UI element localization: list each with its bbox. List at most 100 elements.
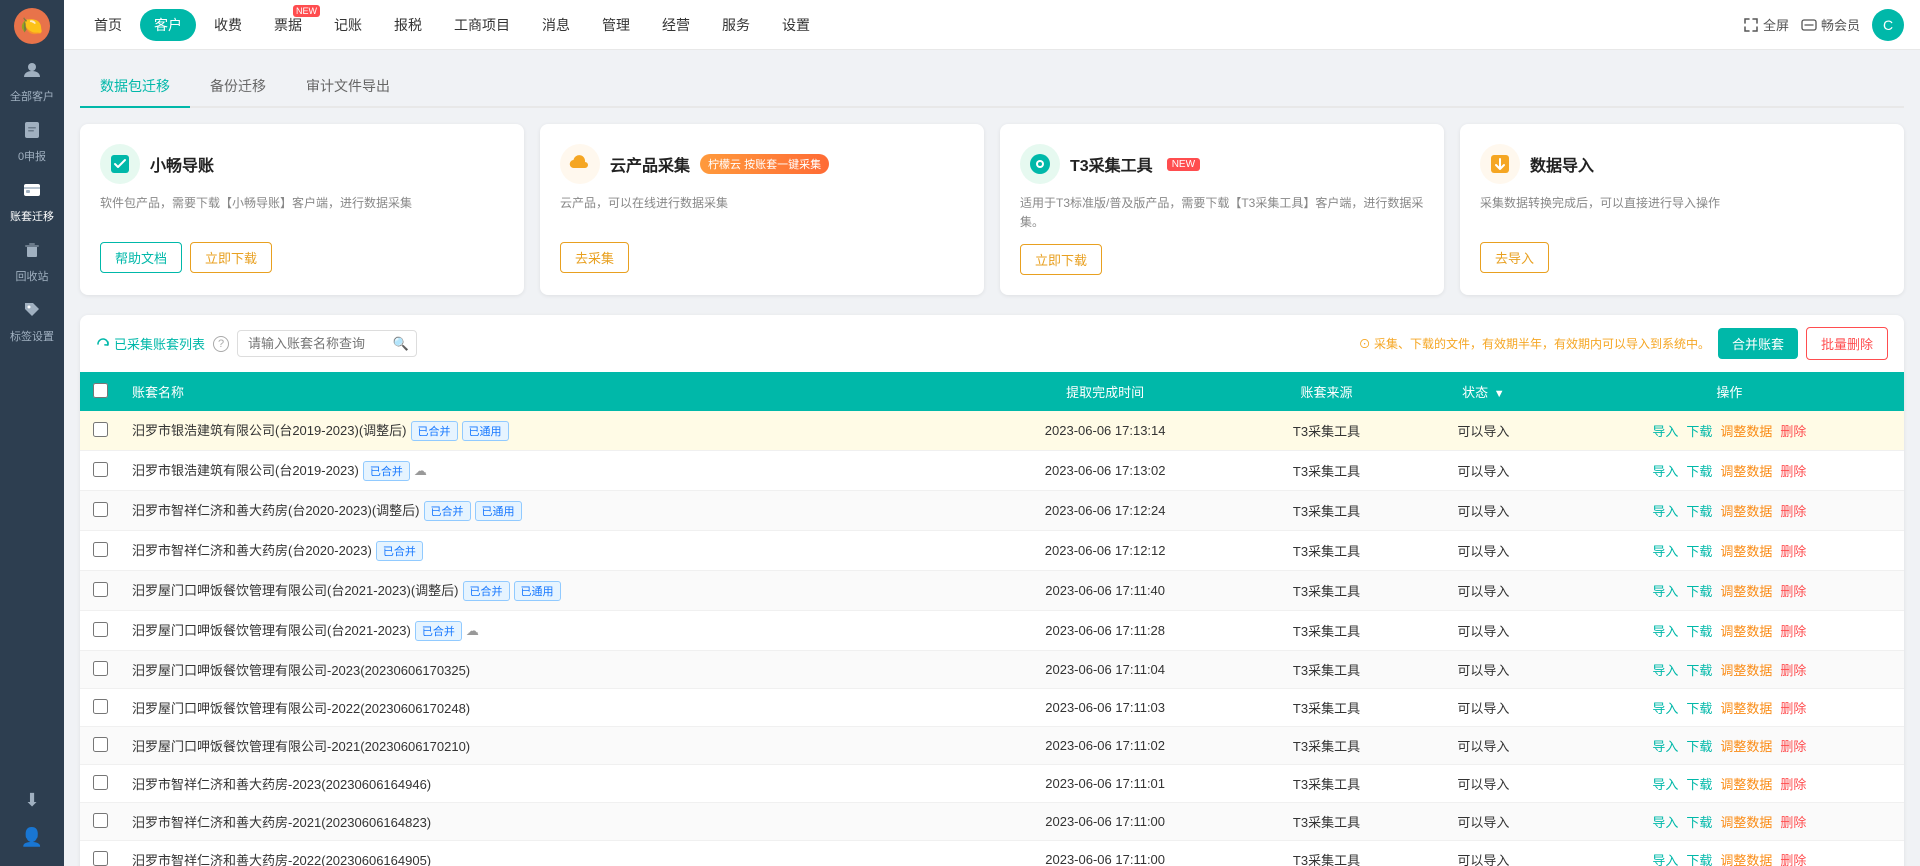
search-input[interactable] bbox=[237, 330, 417, 357]
action-调整数据[interactable]: 调整数据 bbox=[1720, 701, 1772, 716]
action-删除[interactable]: 删除 bbox=[1780, 701, 1806, 716]
action-导入[interactable]: 导入 bbox=[1652, 663, 1678, 678]
go-import-btn[interactable]: 去导入 bbox=[1480, 242, 1549, 273]
app-logo[interactable]: 🍋 bbox=[14, 8, 50, 44]
row-checkbox[interactable] bbox=[93, 542, 108, 557]
action-下载[interactable]: 下载 bbox=[1686, 663, 1712, 678]
action-删除[interactable]: 删除 bbox=[1780, 504, 1806, 519]
sidebar-item-recycle[interactable]: 回收站 bbox=[0, 232, 64, 292]
action-下载[interactable]: 下载 bbox=[1686, 544, 1712, 559]
go-collect-btn[interactable]: 去采集 bbox=[560, 242, 629, 273]
search-submit-icon[interactable]: 🔍 bbox=[393, 336, 409, 352]
action-下载[interactable]: 下载 bbox=[1686, 424, 1712, 439]
t3-download-btn[interactable]: 立即下载 bbox=[1020, 244, 1102, 275]
action-调整数据[interactable]: 调整数据 bbox=[1720, 424, 1772, 439]
action-删除[interactable]: 删除 bbox=[1780, 853, 1806, 866]
action-调整数据[interactable]: 调整数据 bbox=[1720, 504, 1772, 519]
nav-manage[interactable]: 管理 bbox=[588, 9, 644, 41]
action-调整数据[interactable]: 调整数据 bbox=[1720, 584, 1772, 599]
fullscreen-btn[interactable]: 全屏 bbox=[1743, 15, 1789, 34]
action-导入[interactable]: 导入 bbox=[1652, 815, 1678, 830]
action-调整数据[interactable]: 调整数据 bbox=[1720, 663, 1772, 678]
action-调整数据[interactable]: 调整数据 bbox=[1720, 624, 1772, 639]
row-checkbox[interactable] bbox=[93, 851, 108, 866]
refresh-btn[interactable]: 已采集账套列表 bbox=[96, 334, 205, 353]
action-下载[interactable]: 下载 bbox=[1686, 853, 1712, 866]
sidebar-item-account-migration[interactable]: 账套迁移 bbox=[0, 172, 64, 232]
action-删除[interactable]: 删除 bbox=[1780, 464, 1806, 479]
help-icon[interactable]: ? bbox=[213, 336, 229, 352]
action-下载[interactable]: 下载 bbox=[1686, 739, 1712, 754]
row-checkbox[interactable] bbox=[93, 737, 108, 752]
row-checkbox[interactable] bbox=[93, 813, 108, 828]
row-checkbox[interactable] bbox=[93, 502, 108, 517]
action-下载[interactable]: 下载 bbox=[1686, 624, 1712, 639]
tab-data-migration[interactable]: 数据包迁移 bbox=[80, 66, 190, 108]
action-删除[interactable]: 删除 bbox=[1780, 544, 1806, 559]
action-导入[interactable]: 导入 bbox=[1652, 464, 1678, 479]
action-删除[interactable]: 删除 bbox=[1780, 739, 1806, 754]
action-导入[interactable]: 导入 bbox=[1652, 424, 1678, 439]
sidebar-item-download[interactable]: ⬇ bbox=[17, 784, 47, 817]
action-导入[interactable]: 导入 bbox=[1652, 624, 1678, 639]
nav-message[interactable]: 消息 bbox=[528, 9, 584, 41]
action-下载[interactable]: 下载 bbox=[1686, 504, 1712, 519]
nav-business[interactable]: 工商项目 bbox=[440, 9, 524, 41]
nav-invoice[interactable]: 票据 NEW bbox=[260, 9, 316, 41]
sidebar-item-profile[interactable]: 👤 bbox=[17, 821, 47, 854]
row-checkbox[interactable] bbox=[93, 622, 108, 637]
action-调整数据[interactable]: 调整数据 bbox=[1720, 464, 1772, 479]
action-下载[interactable]: 下载 bbox=[1686, 584, 1712, 599]
action-调整数据[interactable]: 调整数据 bbox=[1720, 777, 1772, 792]
action-删除[interactable]: 删除 bbox=[1780, 815, 1806, 830]
action-导入[interactable]: 导入 bbox=[1652, 853, 1678, 866]
status-sort-icon[interactable]: ▼ bbox=[1494, 388, 1505, 400]
row-checkbox[interactable] bbox=[93, 661, 108, 676]
tab-audit-export[interactable]: 审计文件导出 bbox=[286, 66, 410, 108]
action-导入[interactable]: 导入 bbox=[1652, 739, 1678, 754]
row-checkbox[interactable] bbox=[93, 462, 108, 477]
help-doc-btn[interactable]: 帮助文档 bbox=[100, 242, 182, 273]
action-下载[interactable]: 下载 bbox=[1686, 701, 1712, 716]
nav-settings[interactable]: 设置 bbox=[768, 9, 824, 41]
merge-accounts-btn[interactable]: 合并账套 bbox=[1718, 328, 1798, 359]
action-删除[interactable]: 删除 bbox=[1780, 624, 1806, 639]
select-all-checkbox[interactable] bbox=[93, 383, 108, 398]
action-删除[interactable]: 删除 bbox=[1780, 777, 1806, 792]
action-删除[interactable]: 删除 bbox=[1780, 663, 1806, 678]
nav-bookkeeping[interactable]: 记账 bbox=[320, 9, 376, 41]
nav-tax[interactable]: 报税 bbox=[380, 9, 436, 41]
row-checkbox[interactable] bbox=[93, 775, 108, 790]
action-导入[interactable]: 导入 bbox=[1652, 504, 1678, 519]
sidebar-item-tag-settings[interactable]: 标签设置 bbox=[0, 292, 64, 352]
action-调整数据[interactable]: 调整数据 bbox=[1720, 853, 1772, 866]
col-checkbox[interactable] bbox=[80, 372, 120, 411]
action-删除[interactable]: 删除 bbox=[1780, 424, 1806, 439]
action-调整数据[interactable]: 调整数据 bbox=[1720, 544, 1772, 559]
nav-billing[interactable]: 收费 bbox=[200, 9, 256, 41]
row-checkbox[interactable] bbox=[93, 582, 108, 597]
action-导入[interactable]: 导入 bbox=[1652, 584, 1678, 599]
action-调整数据[interactable]: 调整数据 bbox=[1720, 739, 1772, 754]
batch-delete-btn[interactable]: 批量删除 bbox=[1806, 327, 1888, 360]
tab-backup-migration[interactable]: 备份迁移 bbox=[190, 66, 286, 108]
action-导入[interactable]: 导入 bbox=[1652, 701, 1678, 716]
sidebar-item-all-clients[interactable]: 全部客户 bbox=[0, 52, 64, 112]
action-删除[interactable]: 删除 bbox=[1780, 584, 1806, 599]
action-调整数据[interactable]: 调整数据 bbox=[1720, 815, 1772, 830]
row-checkbox[interactable] bbox=[93, 699, 108, 714]
action-导入[interactable]: 导入 bbox=[1652, 777, 1678, 792]
sidebar-item-zero-report[interactable]: 0申报 bbox=[0, 112, 64, 172]
member-btn[interactable]: 畅会员 bbox=[1801, 15, 1860, 34]
xiaochang-download-btn[interactable]: 立即下载 bbox=[190, 242, 272, 273]
action-下载[interactable]: 下载 bbox=[1686, 777, 1712, 792]
row-checkbox[interactable] bbox=[93, 422, 108, 437]
user-avatar[interactable]: C bbox=[1872, 9, 1904, 41]
action-导入[interactable]: 导入 bbox=[1652, 544, 1678, 559]
action-下载[interactable]: 下载 bbox=[1686, 464, 1712, 479]
nav-service[interactable]: 服务 bbox=[708, 9, 764, 41]
nav-operation[interactable]: 经营 bbox=[648, 9, 704, 41]
action-下载[interactable]: 下载 bbox=[1686, 815, 1712, 830]
nav-client[interactable]: 客户 bbox=[140, 9, 196, 41]
nav-home[interactable]: 首页 bbox=[80, 9, 136, 41]
